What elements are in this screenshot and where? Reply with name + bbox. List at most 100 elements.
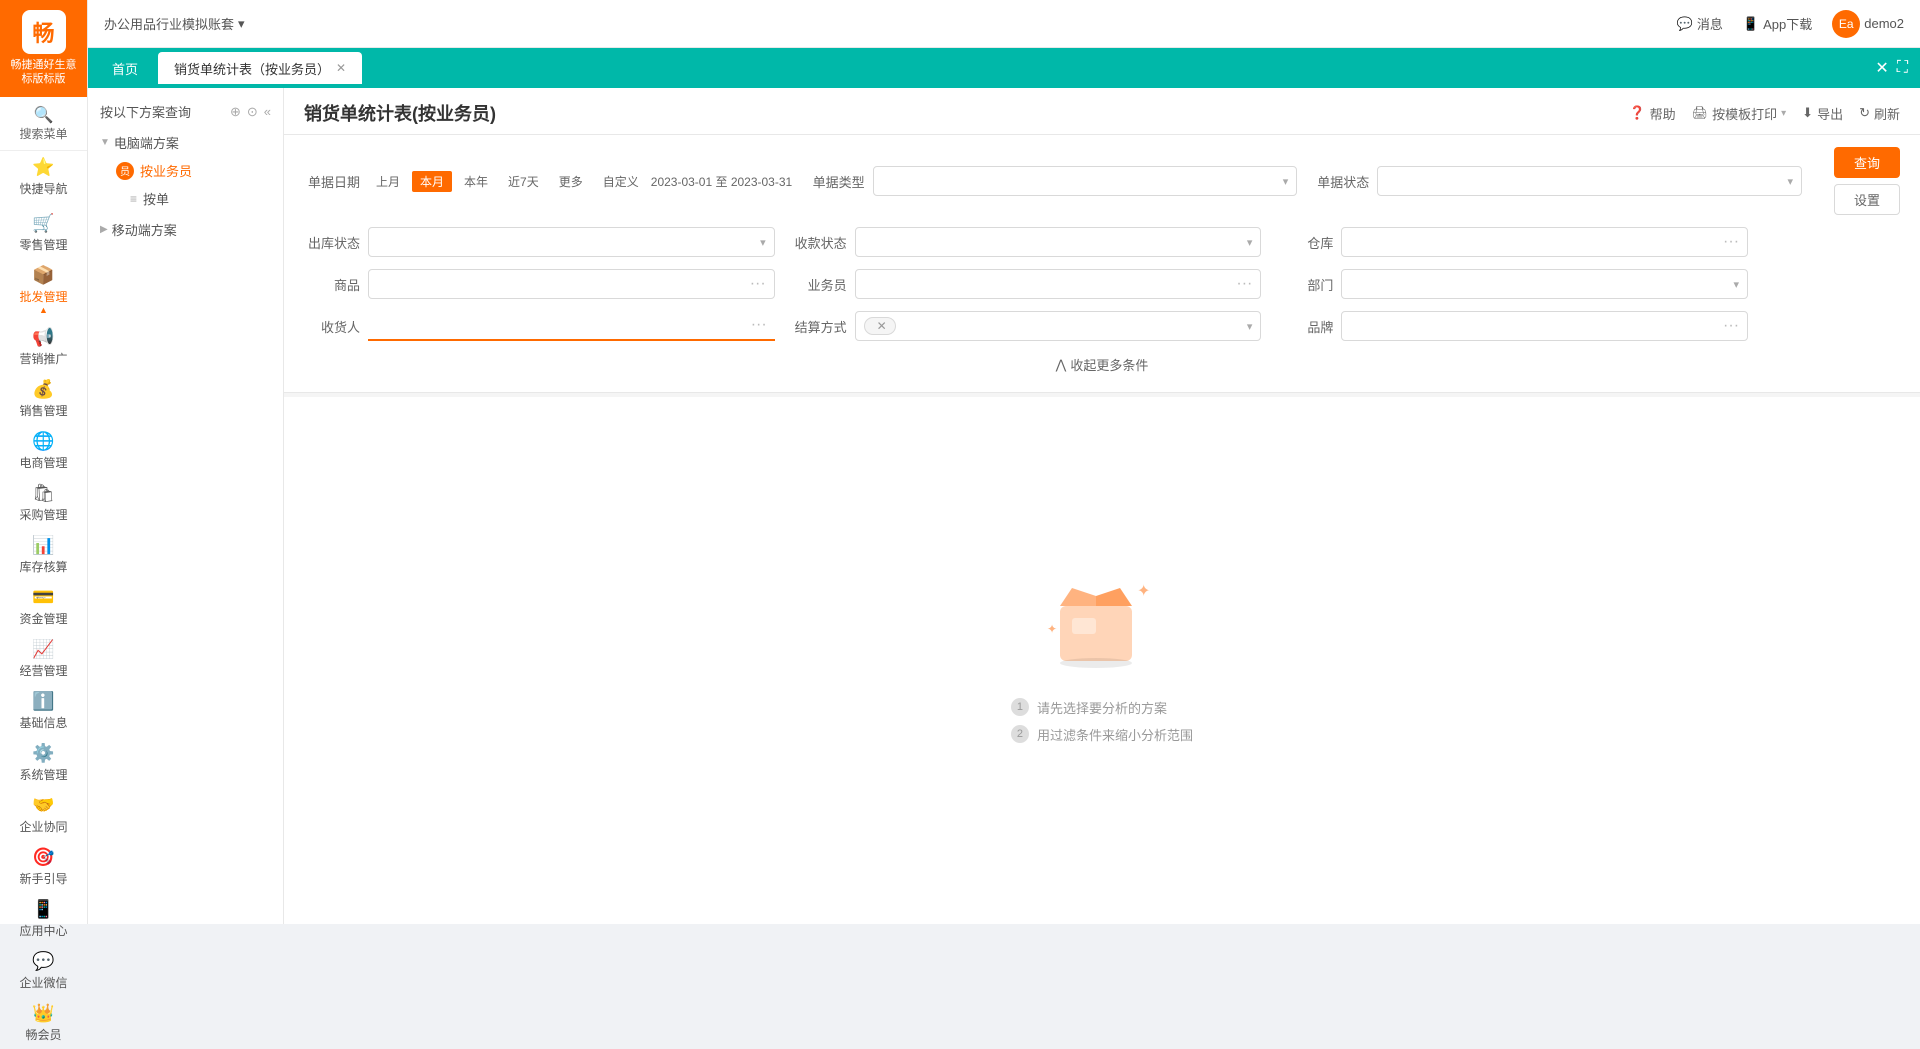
sidebar-item-enterprise[interactable]: 🤝 企业协同 bbox=[0, 789, 87, 841]
warehouse-dots: ··· bbox=[1723, 233, 1739, 251]
date-tab-more[interactable]: 更多 bbox=[551, 171, 591, 192]
goods-input[interactable]: ··· bbox=[368, 269, 775, 299]
group-arrow-icon: ▼ bbox=[100, 137, 110, 148]
department-input[interactable]: ▾ bbox=[1341, 269, 1748, 299]
payment-clear-button[interactable]: ✕ bbox=[877, 319, 887, 333]
sidebar-item-member[interactable]: 👑 畅会员 bbox=[0, 997, 87, 1049]
svg-text:✦: ✦ bbox=[1137, 583, 1150, 600]
refresh-button[interactable]: ↻ 刷新 bbox=[1859, 104, 1900, 123]
topbar-right: 💬 消息 📱 App下载 Ea demo2 bbox=[1677, 10, 1904, 38]
logo-text: 畅捷通好生意标版标版 bbox=[11, 58, 77, 87]
print-dropdown-arrow[interactable]: ▾ bbox=[1781, 108, 1786, 119]
logo-icon: 畅 bbox=[22, 10, 66, 54]
industry-dropdown[interactable]: 办公用品行业模拟账套 ▾ bbox=[104, 14, 245, 33]
payment-method-arrow: ▾ bbox=[1247, 320, 1253, 333]
sidebar-item-wechat[interactable]: 💬 企业微信 bbox=[0, 945, 87, 997]
print-button[interactable]: 🖨 按模板打印 bbox=[1692, 104, 1782, 123]
date-tab-last-7-days[interactable]: 近7天 bbox=[500, 171, 547, 192]
topbar-left: 办公用品行业模拟账套 ▾ bbox=[104, 14, 245, 33]
export-button[interactable]: ⬇ 导出 bbox=[1802, 104, 1843, 123]
receiver-label: 收货人 bbox=[304, 317, 360, 336]
query-button[interactable]: 查询 bbox=[1834, 147, 1900, 178]
sidebar-item-appstore[interactable]: 📱 应用中心 bbox=[0, 893, 87, 945]
sidebar-item-wholesale[interactable]: 📦 批发管理 ▲ bbox=[0, 259, 87, 321]
doc-status-label: 单据状态 bbox=[1313, 172, 1369, 191]
settings-scheme-button[interactable]: ⊙ bbox=[247, 104, 258, 120]
tab-expand-button[interactable]: ⛶ bbox=[1897, 59, 1908, 77]
sidebar-item-system[interactable]: ⚙️ 系统管理 bbox=[0, 737, 87, 789]
out-status-input[interactable]: ▾ bbox=[368, 227, 775, 257]
help-button[interactable]: ❓ 帮助 bbox=[1629, 104, 1675, 123]
scheme-by-order[interactable]: ≡ 按单 bbox=[88, 185, 283, 212]
payment-method-input[interactable]: ✕ ▾ bbox=[855, 311, 1262, 341]
brand-dots: ··· bbox=[1723, 317, 1739, 335]
sidebar-search[interactable]: 🔍 搜索菜单 bbox=[0, 97, 87, 151]
tabbar-actions: ✕ ⛶ bbox=[1875, 58, 1920, 78]
tab-close-button[interactable]: ✕ bbox=[336, 61, 346, 75]
sidebar-item-retail[interactable]: 🛒 零售管理 bbox=[0, 207, 87, 259]
scheme-icon: 员 bbox=[116, 162, 134, 180]
left-panel-actions: ⊕ ⊙ « bbox=[230, 104, 271, 120]
sidebar-item-sales[interactable]: 💰 销售管理 bbox=[0, 373, 87, 425]
collapse-panel-button[interactable]: « bbox=[264, 104, 271, 120]
doc-status-arrow: ▾ bbox=[1787, 175, 1793, 188]
payment-clear-tag: ✕ bbox=[864, 317, 896, 335]
sidebar-item-marketing[interactable]: 📢 营销推广 bbox=[0, 321, 87, 373]
sidebar-logo: 畅 畅捷通好生意标版标版 bbox=[0, 0, 87, 97]
content-area: 按以下方案查询 ⊕ ⊙ « ▼ 电脑端方案 员 按业务员 ≡ bbox=[88, 88, 1920, 924]
scheme-by-salesperson[interactable]: 员 按业务员 bbox=[88, 156, 283, 185]
receiver-input[interactable]: ··· bbox=[368, 311, 775, 341]
tab-close-window-button[interactable]: ✕ bbox=[1875, 58, 1888, 78]
receipt-status-arrow: ▾ bbox=[1247, 236, 1253, 249]
message-button[interactable]: 💬 消息 bbox=[1677, 14, 1723, 33]
pc-group-toggle[interactable]: ▼ 电脑端方案 bbox=[88, 129, 283, 156]
date-tab-current-month[interactable]: 本月 bbox=[412, 171, 452, 192]
payment-method-label: 结算方式 bbox=[791, 317, 847, 336]
left-panel-header: 按以下方案查询 ⊕ ⊙ « bbox=[88, 96, 283, 127]
collapse-filter-button[interactable]: ⋀ 收起更多条件 bbox=[304, 349, 1900, 380]
date-tab-current-year[interactable]: 本年 bbox=[456, 171, 496, 192]
date-tab-last-month[interactable]: 上月 bbox=[368, 171, 408, 192]
doc-type-label: 单据类型 bbox=[809, 172, 865, 191]
department-arrow: ▾ bbox=[1733, 278, 1739, 291]
sidebar-item-purchase[interactable]: 🛍 采购管理 bbox=[0, 477, 87, 529]
date-tab-custom[interactable]: 自定义 bbox=[595, 171, 647, 192]
sidebar-item-inventory[interactable]: 📊 库存核算 bbox=[0, 529, 87, 581]
salesperson-dots: ··· bbox=[1236, 275, 1252, 293]
sidebar-item-operations[interactable]: 📈 经营管理 bbox=[0, 633, 87, 685]
warehouse-input[interactable]: ··· bbox=[1341, 227, 1748, 257]
out-status-label: 出库状态 bbox=[304, 233, 360, 252]
sidebar-item-finance[interactable]: 💳 资金管理 bbox=[0, 581, 87, 633]
sidebar: 畅 畅捷通好生意标版标版 🔍 搜索菜单 ⭐ 快捷导航 🛒 零售管理 📦 批发管理… bbox=[0, 0, 88, 924]
sidebar-item-quick-nav[interactable]: ⭐ 快捷导航 bbox=[0, 151, 87, 203]
sidebar-item-newbie[interactable]: 🎯 新手引导 bbox=[0, 841, 87, 893]
add-scheme-button[interactable]: ⊕ bbox=[230, 104, 241, 120]
print-button-group: 🖨 按模板打印 ▾ bbox=[1692, 104, 1787, 123]
app-download-button[interactable]: 📱 App下载 bbox=[1743, 14, 1812, 33]
tab-sales-report[interactable]: 销货单统计表（按业务员） ✕ bbox=[158, 52, 362, 84]
brand-input[interactable]: ··· bbox=[1341, 311, 1748, 341]
tab-home[interactable]: 首页 bbox=[96, 52, 154, 84]
settings-button[interactable]: 设置 bbox=[1834, 184, 1900, 215]
sidebar-item-ecommerce[interactable]: 🌐 电商管理 bbox=[0, 425, 87, 477]
page-title: 销货单统计表(按业务员) bbox=[304, 100, 496, 126]
main-area: 办公用品行业模拟账套 ▾ 💬 消息 📱 App下载 Ea demo2 首页 bbox=[88, 0, 1920, 924]
date-range-display: 2023-03-01 至 2023-03-31 bbox=[651, 173, 792, 190]
receipt-status-label: 收款状态 bbox=[791, 233, 847, 252]
sidebar-item-basic[interactable]: ℹ️ 基础信息 bbox=[0, 685, 87, 737]
empty-hints: 1 请先选择要分析的方案 2 用过滤条件来缩小分析范围 bbox=[1011, 698, 1193, 744]
avatar: Ea bbox=[1832, 10, 1860, 38]
salesperson-input[interactable]: ··· bbox=[855, 269, 1262, 299]
warehouse-label: 仓库 bbox=[1277, 233, 1333, 252]
receipt-status-input[interactable]: ▾ bbox=[855, 227, 1262, 257]
date-label: 单据日期 bbox=[304, 172, 360, 191]
brand-label: 品牌 bbox=[1277, 317, 1333, 336]
doc-status-input[interactable]: ▾ bbox=[1377, 166, 1802, 196]
user-profile[interactable]: Ea demo2 bbox=[1832, 10, 1904, 38]
page-header-actions: ❓ 帮助 🖨 按模板打印 ▾ ⬇ 导出 bbox=[1629, 104, 1900, 123]
goods-label: 商品 bbox=[304, 275, 360, 294]
mobile-group-toggle[interactable]: ▶ 移动端方案 bbox=[88, 216, 283, 243]
right-panel: 销货单统计表(按业务员) ❓ 帮助 🖨 按模板打印 ▾ ⬇ bbox=[284, 88, 1920, 924]
doc-type-input[interactable]: ▾ bbox=[873, 166, 1298, 196]
empty-state: ✦ ✦ bbox=[284, 397, 1920, 924]
